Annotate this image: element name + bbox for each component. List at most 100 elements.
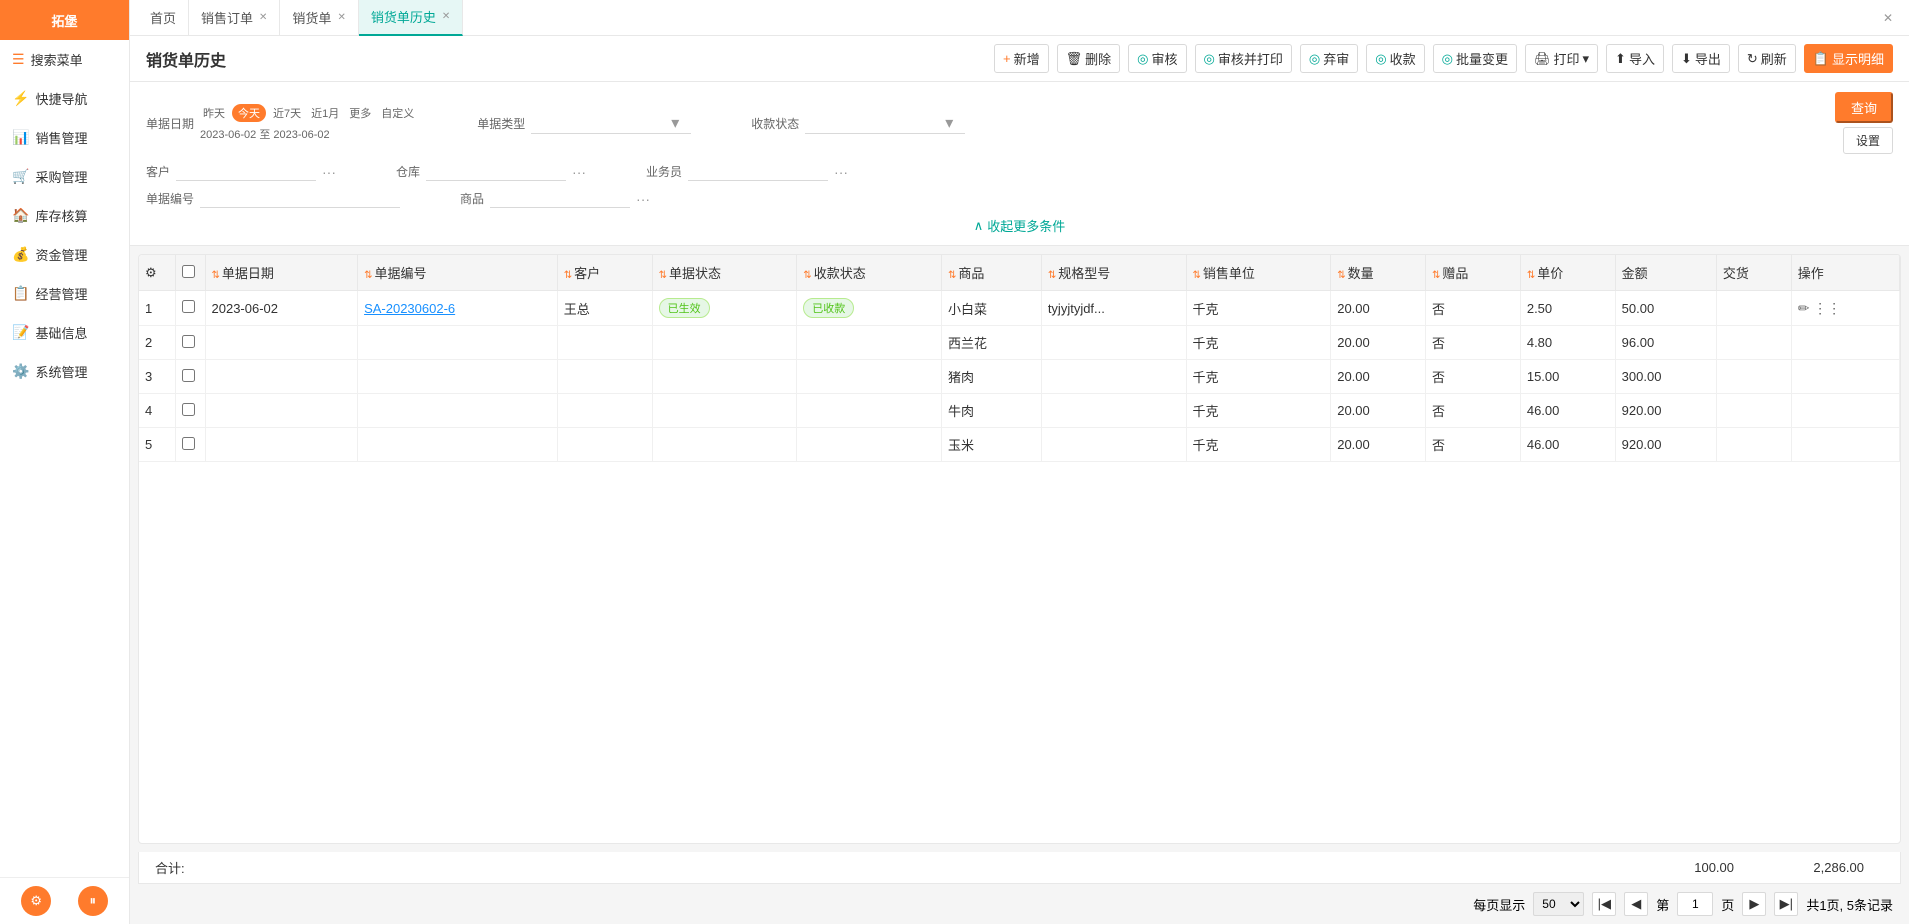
- th-settings[interactable]: ⚙: [139, 255, 175, 291]
- audit-button[interactable]: ◎ 审核: [1128, 44, 1186, 73]
- next-page-btn[interactable]: ▶: [1742, 892, 1766, 916]
- row-1-doc-link[interactable]: SA-20230602-6: [364, 301, 455, 316]
- tab-sales-history[interactable]: 销货单历史 ✕: [359, 0, 463, 36]
- print-button[interactable]: 🖨 打印 ▾: [1525, 44, 1598, 73]
- row-1-checkbox[interactable]: [182, 300, 195, 313]
- tab-sales-delivery[interactable]: 销货单 ✕: [280, 0, 358, 36]
- prev-page-btn[interactable]: ◀: [1624, 892, 1648, 916]
- setting-button[interactable]: 设置: [1843, 127, 1893, 154]
- query-button[interactable]: 查询: [1835, 92, 1893, 123]
- tab-sales-delivery-close[interactable]: ✕: [337, 12, 345, 23]
- first-page-btn[interactable]: |◀: [1592, 892, 1616, 916]
- th-gift[interactable]: ⇅赠品: [1426, 255, 1521, 291]
- total-label: 合计:: [155, 858, 185, 877]
- row-1-edit-btn[interactable]: ✏: [1798, 300, 1810, 316]
- import-button[interactable]: ⬆ 导入: [1606, 44, 1664, 73]
- add-button[interactable]: + 新增: [994, 44, 1049, 73]
- row-checkbox-3[interactable]: [175, 360, 205, 394]
- th-checkbox[interactable]: [175, 255, 205, 291]
- export-button[interactable]: ⬇ 导出: [1672, 44, 1730, 73]
- show-detail-button[interactable]: 📋 显示明细: [1804, 44, 1893, 73]
- th-transaction[interactable]: 交货: [1716, 255, 1791, 291]
- row-3-checkbox[interactable]: [182, 369, 195, 382]
- page-number-input[interactable]: [1677, 892, 1713, 916]
- salesperson-more-btn[interactable]: ···: [834, 164, 848, 180]
- close-all-tabs[interactable]: ✕: [1875, 11, 1901, 25]
- row-5-sales-unit: 千克: [1186, 428, 1331, 462]
- th-customer[interactable]: ⇅客户: [557, 255, 652, 291]
- row-4-customer: [557, 394, 652, 428]
- sidebar-item-search-menu[interactable]: ☰ 搜索菜单: [0, 40, 129, 79]
- delete-button[interactable]: 🗑 删除: [1057, 44, 1121, 73]
- tab-sales-order-close[interactable]: ✕: [259, 12, 267, 23]
- customer-more-btn[interactable]: ···: [322, 164, 336, 180]
- per-page-select[interactable]: 50 20 100: [1533, 892, 1584, 916]
- customer-input[interactable]: [176, 162, 316, 181]
- th-amount[interactable]: 金额: [1615, 255, 1716, 291]
- last-page-btn[interactable]: ▶|: [1774, 892, 1798, 916]
- page-header: 销货单历史 + 新增 🗑 删除 ◎ 审核 ◎ 审核并打印: [130, 36, 1909, 82]
- row-4-checkbox[interactable]: [182, 403, 195, 416]
- payment-status-input[interactable]: [805, 114, 945, 132]
- th-quantity[interactable]: ⇅数量: [1331, 255, 1426, 291]
- sidebar-item-finance-mgmt[interactable]: 💰 资金管理: [0, 235, 129, 274]
- settings-icon[interactable]: ⚙: [145, 265, 157, 280]
- th-doc-status[interactable]: ⇅单据状态: [652, 255, 797, 291]
- row-1-more-btn[interactable]: ⋮⋮: [1813, 300, 1841, 316]
- doc-number-input[interactable]: [200, 189, 400, 208]
- collect-button[interactable]: ◎ 收款: [1366, 44, 1424, 73]
- sidebar-settings-btn[interactable]: ⚙: [21, 886, 51, 916]
- th-doc-date[interactable]: ⇅单据日期: [205, 255, 358, 291]
- row-5-checkbox[interactable]: [182, 437, 195, 450]
- doc-type-input[interactable]: [531, 114, 671, 132]
- warehouse-input[interactable]: [426, 162, 566, 181]
- tab-home[interactable]: 首页: [138, 0, 189, 36]
- audit-print-button[interactable]: ◎ 审核并打印: [1195, 44, 1292, 73]
- sidebar-item-system-mgmt[interactable]: ⚙️ 系统管理: [0, 352, 129, 391]
- row-checkbox-4[interactable]: [175, 394, 205, 428]
- th-unit-price[interactable]: ⇅单价: [1520, 255, 1615, 291]
- sidebar-item-sales-mgmt[interactable]: 📊 销售管理: [0, 118, 129, 157]
- table-header-row: ⚙ ⇅单据日期 ⇅单据编号 ⇅客户 ⇅单据状态 ⇅收款状态 ⇅商品 ⇅规格型号 …: [139, 255, 1900, 291]
- sidebar-item-operations-mgmt[interactable]: 📋 经营管理: [0, 274, 129, 313]
- refresh-button[interactable]: ↻ 刷新: [1738, 44, 1796, 73]
- payment-status-dropdown-icon[interactable]: ▾: [945, 113, 953, 133]
- row-checkbox-2[interactable]: [175, 326, 205, 360]
- table-row: 4 牛肉 千克 20.00 否 46.00 920.00: [139, 394, 1900, 428]
- date-btn-today[interactable]: 今天: [232, 104, 266, 122]
- sidebar-item-label: 库存核算: [35, 206, 87, 225]
- warehouse-more-btn[interactable]: ···: [572, 164, 586, 180]
- select-all-checkbox[interactable]: [182, 265, 195, 278]
- row-3-quantity: 20.00: [1331, 360, 1426, 394]
- date-btn-7days[interactable]: 近7天: [270, 104, 304, 122]
- row-4-sales-unit: 千克: [1186, 394, 1331, 428]
- date-btn-yesterday[interactable]: 昨天: [200, 104, 228, 122]
- th-doc-number[interactable]: ⇅单据编号: [358, 255, 558, 291]
- abandon-button[interactable]: ◎ 弃审: [1300, 44, 1358, 73]
- th-goods[interactable]: ⇅商品: [942, 255, 1042, 291]
- sidebar-item-purchase-mgmt[interactable]: 🛒 采购管理: [0, 157, 129, 196]
- goods-more-btn[interactable]: ···: [636, 191, 650, 207]
- row-5-payment-status: [797, 428, 942, 462]
- row-2-checkbox[interactable]: [182, 335, 195, 348]
- date-btn-1month[interactable]: 近1月: [308, 104, 342, 122]
- sidebar-item-inventory[interactable]: 🏠 库存核算: [0, 196, 129, 235]
- doc-type-dropdown-icon[interactable]: ▾: [671, 113, 679, 133]
- th-spec-model[interactable]: ⇅规格型号: [1041, 255, 1186, 291]
- tab-sales-order[interactable]: 销售订单 ✕: [189, 0, 280, 36]
- th-sales-unit[interactable]: ⇅销售单位: [1186, 255, 1331, 291]
- row-checkbox-5[interactable]: [175, 428, 205, 462]
- batch-change-icon: ◎: [1442, 51, 1453, 67]
- tab-sales-history-close[interactable]: ✕: [442, 11, 450, 22]
- th-payment-status[interactable]: ⇅收款状态: [797, 255, 942, 291]
- date-btn-more[interactable]: 更多: [346, 104, 374, 122]
- row-checkbox-1[interactable]: [175, 291, 205, 326]
- batch-change-button[interactable]: ◎ 批量变更: [1433, 44, 1517, 73]
- date-btn-custom[interactable]: 自定义: [378, 104, 417, 122]
- sidebar-item-basic-info[interactable]: 📝 基础信息: [0, 313, 129, 352]
- sidebar-collapse-btn[interactable]: ⏸: [78, 886, 108, 916]
- goods-input[interactable]: [490, 189, 630, 208]
- sidebar-item-quick-nav[interactable]: ⚡ 快捷导航: [0, 79, 129, 118]
- collapse-more-btn[interactable]: ∧ 收起更多条件: [146, 216, 1893, 235]
- salesperson-input[interactable]: [688, 162, 828, 181]
